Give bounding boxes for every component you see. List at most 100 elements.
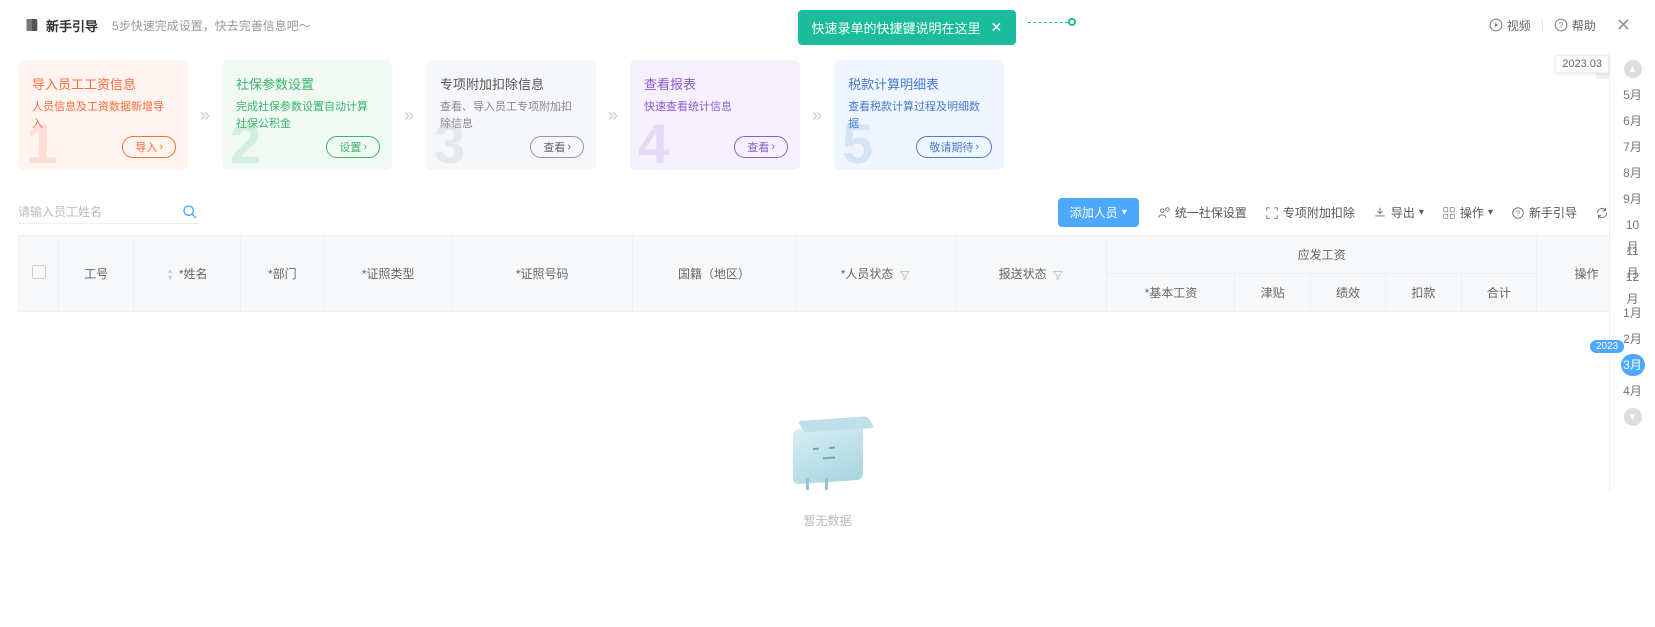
add-person-button[interactable]: 添加人员▾ xyxy=(1058,198,1139,227)
select-all-checkbox[interactable] xyxy=(32,265,46,279)
step-2-title: 社保参数设置 xyxy=(236,74,378,93)
search-wrap xyxy=(18,201,198,224)
svg-text:?: ? xyxy=(1559,21,1564,30)
step-arrow-icon: » xyxy=(194,105,216,126)
step-number-4: 4 xyxy=(638,111,669,176)
step-3-button[interactable]: 查看› xyxy=(530,136,584,158)
col-idtype[interactable]: *证照类型 xyxy=(324,236,452,312)
col-allowance[interactable]: 津贴 xyxy=(1235,274,1310,312)
step-3-title: 专项附加扣除信息 xyxy=(440,74,582,93)
toast-text: 快速录单的快捷键说明在这里 xyxy=(812,18,981,37)
col-report[interactable]: 报送状态 xyxy=(956,236,1107,312)
col-total[interactable]: 合计 xyxy=(1461,274,1536,312)
timeline-up-icon[interactable]: ▲ xyxy=(1624,60,1642,78)
timeline-down-icon[interactable]: ▼ xyxy=(1624,408,1642,426)
col-dept[interactable]: *部门 xyxy=(240,236,324,312)
col-status[interactable]: *人员状态 xyxy=(796,236,956,312)
filter-icon[interactable] xyxy=(1052,269,1064,281)
timeline-month[interactable]: 8月 xyxy=(1621,162,1645,184)
question-icon: ? xyxy=(1554,18,1568,32)
col-perf[interactable]: 绩效 xyxy=(1310,274,1385,312)
col-id[interactable]: 工号 xyxy=(59,236,134,312)
timeline-month[interactable]: 11月 xyxy=(1621,240,1645,262)
close-icon[interactable]: ✕ xyxy=(1616,15,1631,36)
toast-close-icon[interactable]: ✕ xyxy=(991,19,1003,36)
toolbar: 添加人员▾ 统一社保设置 专项附加扣除 导出▾ 操作▾ ? 新手引导 刷新 xyxy=(0,190,1655,235)
empty-illustration xyxy=(778,412,878,502)
chevron-right-icon: › xyxy=(771,141,775,153)
empty-text: 暂无数据 xyxy=(18,512,1637,529)
onboarding-steps: 导入员工工资信息 人员信息及工资数据新增导入 导入› 1 » 社保参数设置 完成… xyxy=(0,50,1655,190)
step-1-button[interactable]: 导入› xyxy=(122,136,176,158)
help-link[interactable]: ? 帮助 xyxy=(1554,17,1596,34)
employee-table-wrap: 工号 ▲▼ *姓名 *部门 *证照类型 *证照号码 国籍（地区） *人员状态 报… xyxy=(0,235,1655,549)
svg-text:?: ? xyxy=(1516,210,1520,217)
grid-icon xyxy=(1442,206,1456,220)
step-arrow-icon: » xyxy=(398,105,420,126)
timeline-month[interactable]: 7月 xyxy=(1621,136,1645,158)
timeline-month[interactable]: 2月 xyxy=(1621,328,1645,350)
timeline-months-top: 5月 6月 7月 8月 9月 10月 11月 12月 xyxy=(1610,84,1655,288)
col-nation[interactable]: 国籍（地区） xyxy=(632,236,796,312)
topbar: 新手引导 5步快速完成设置，快去完善信息吧～ 快速录单的快捷键说明在这里 ✕ 视… xyxy=(0,0,1655,50)
step-2-button[interactable]: 设置› xyxy=(326,136,380,158)
step-4-button[interactable]: 查看› xyxy=(734,136,788,158)
social-settings-button[interactable]: 统一社保设置 xyxy=(1157,204,1247,221)
play-icon xyxy=(1489,18,1503,32)
filter-icon[interactable] xyxy=(899,269,911,281)
timeline-month[interactable]: 3月 xyxy=(1621,354,1645,376)
chevron-down-icon: ▾ xyxy=(1122,207,1127,218)
timeline-month[interactable]: 10月 xyxy=(1621,214,1645,236)
step-card-5: 税款计算明细表 查看税款计算过程及明细数据 敬请期待› 5 xyxy=(834,60,1004,170)
step-arrow-icon: » xyxy=(602,105,624,126)
toast-pointer-line xyxy=(1028,22,1068,23)
step-number-2: 2 xyxy=(230,111,261,176)
timeline-month[interactable]: 1月 xyxy=(1621,302,1645,324)
empty-state: 暂无数据 xyxy=(18,312,1637,549)
question-circle-icon: ? xyxy=(1511,206,1525,220)
timeline-month[interactable]: 6月 xyxy=(1621,110,1645,132)
col-idno[interactable]: *证照号码 xyxy=(452,236,632,312)
page-title-wrap: 新手引导 xyxy=(24,16,98,35)
step-number-3: 3 xyxy=(434,111,465,176)
toast-pointer-dot xyxy=(1068,18,1076,26)
video-link[interactable]: 视频 xyxy=(1489,17,1531,34)
step-5-title: 税款计算明细表 xyxy=(848,74,990,93)
page-subtitle: 5步快速完成设置，快去完善信息吧～ xyxy=(112,17,311,34)
col-base[interactable]: *基本工资 xyxy=(1107,274,1235,312)
export-icon xyxy=(1373,206,1387,220)
chevron-down-icon: ▾ xyxy=(1488,207,1493,218)
step-card-3: 专项附加扣除信息 查看、导入员工专项附加扣除信息 查看› 3 xyxy=(426,60,596,170)
month-timeline: » 2023.03 ▲ 5月6月7月8月9月10月11月12月 2023 1月2… xyxy=(1609,50,1655,490)
search-icon[interactable] xyxy=(182,204,198,220)
deduction-button[interactable]: 专项附加扣除 xyxy=(1265,204,1355,221)
topbar-right: 视频 | ? 帮助 ✕ xyxy=(1489,15,1631,36)
step-card-2: 社保参数设置 完成社保参数设置自动计算社保公积金 设置› 2 xyxy=(222,60,392,170)
search-input[interactable] xyxy=(18,201,182,223)
timeline-year-pill: 2023 xyxy=(1590,340,1624,353)
timeline-month[interactable]: 12月 xyxy=(1621,266,1645,288)
timeline-month[interactable]: 5月 xyxy=(1621,84,1645,106)
page-title: 新手引导 xyxy=(46,16,98,35)
timeline-month[interactable]: 9月 xyxy=(1621,188,1645,210)
user-settings-icon xyxy=(1157,206,1171,220)
col-pay-group: 应发工资 xyxy=(1107,236,1537,274)
book-icon xyxy=(24,17,40,33)
export-button[interactable]: 导出▾ xyxy=(1373,204,1424,221)
guide-button[interactable]: ? 新手引导 xyxy=(1511,204,1577,221)
step-5-button[interactable]: 敬请期待› xyxy=(916,136,992,158)
col-name[interactable]: ▲▼ *姓名 xyxy=(134,236,240,312)
scan-icon xyxy=(1265,206,1279,220)
step-number-5: 5 xyxy=(842,111,873,176)
chevron-right-icon: › xyxy=(567,141,571,153)
step-4-title: 查看报表 xyxy=(644,74,786,93)
chevron-right-icon: › xyxy=(159,141,163,153)
operate-button[interactable]: 操作▾ xyxy=(1442,204,1493,221)
col-deduct[interactable]: 扣款 xyxy=(1386,274,1461,312)
step-arrow-icon: » xyxy=(806,105,828,126)
refresh-icon xyxy=(1595,206,1609,220)
step-number-1: 1 xyxy=(26,111,57,176)
sort-icon[interactable]: ▲▼ xyxy=(167,268,174,282)
chevron-right-icon: › xyxy=(975,141,979,153)
timeline-month[interactable]: 4月 xyxy=(1621,380,1645,402)
